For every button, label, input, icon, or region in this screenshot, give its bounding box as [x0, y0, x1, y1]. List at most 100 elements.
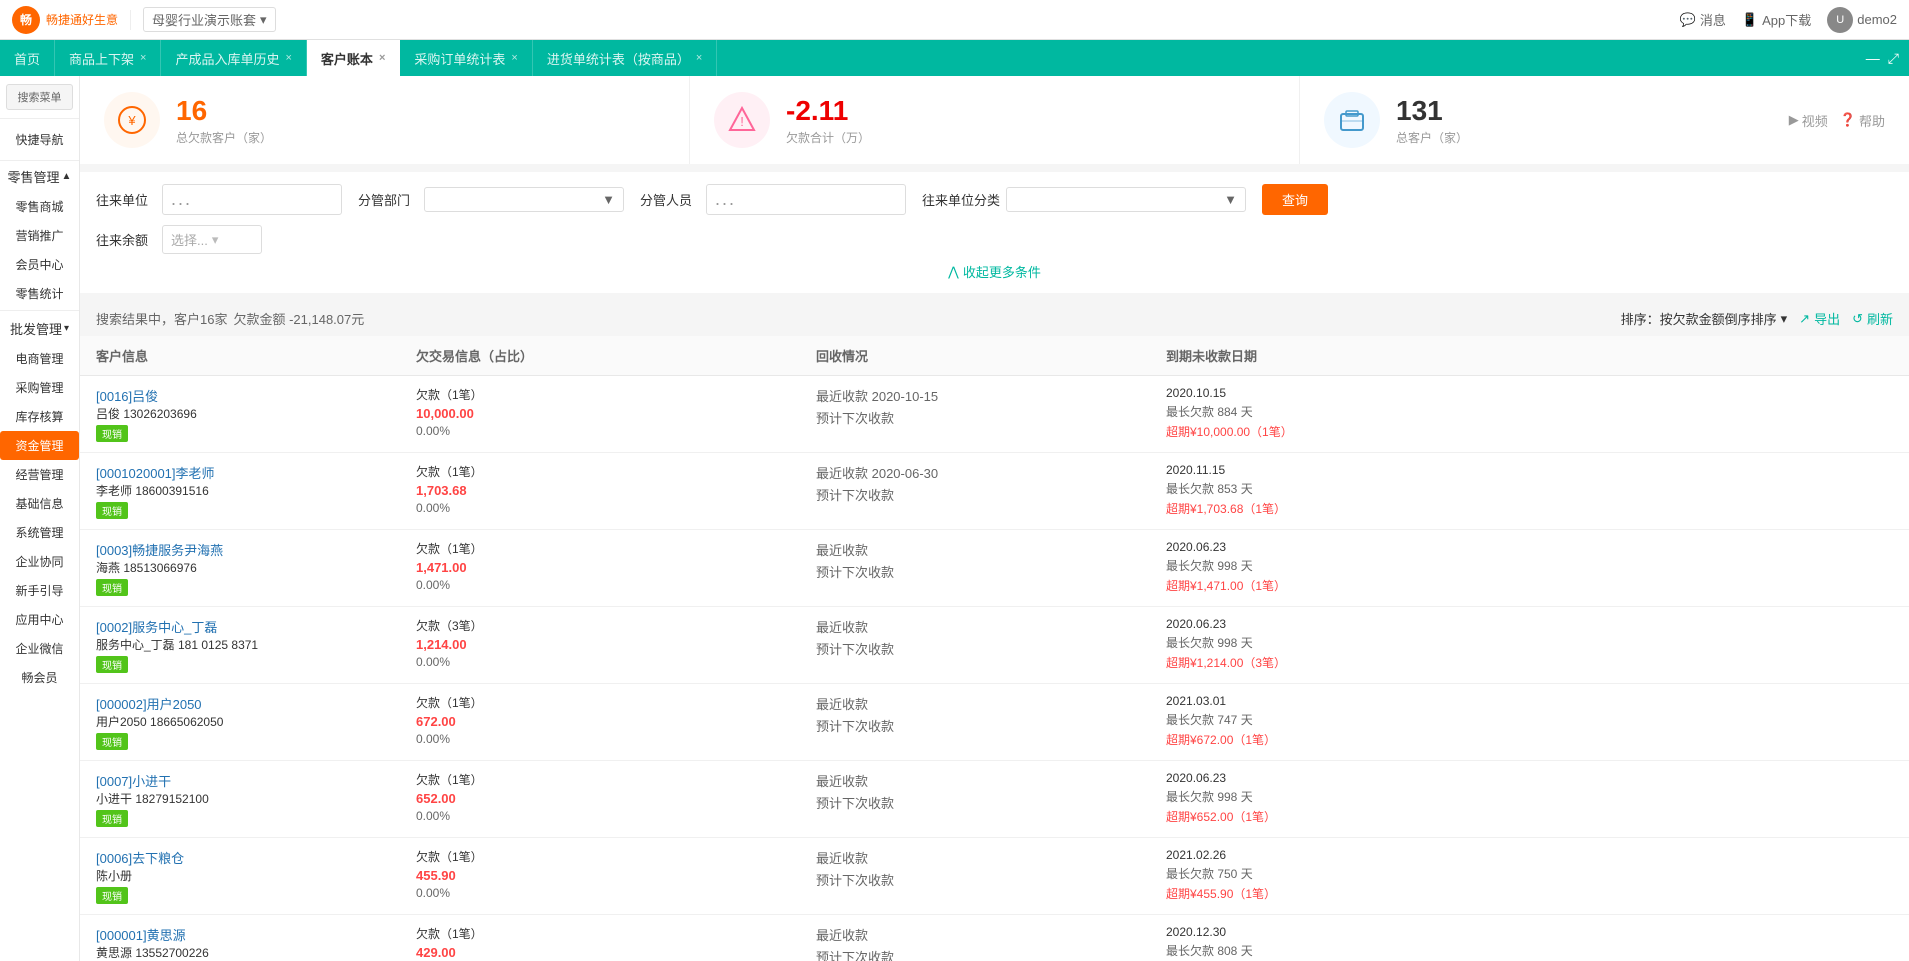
filter-row-2: 往来余额 选择... ▾ — [96, 225, 1893, 254]
collapse-row: ⋀ 收起更多条件 — [96, 262, 1893, 281]
tab-product-history[interactable]: 产成品入库单历史 × — [161, 40, 306, 76]
sidebar-item-inventory-check[interactable]: 库存核算 — [0, 402, 79, 431]
sidebar-item-batch-mgmt[interactable]: 批发管理 ▾ — [0, 313, 79, 344]
filter-area: 往来单位 ... 分管部门 ▼ 分管人员 ... — [80, 172, 1909, 293]
query-button[interactable]: 查询 — [1262, 184, 1328, 215]
debt-amount-1[interactable]: 1,703.68 — [416, 483, 816, 498]
overdue-amount-6[interactable]: 超期¥455.90（1笔） — [1166, 885, 1893, 902]
collapse-button[interactable]: ⋀ 收起更多条件 — [96, 262, 1893, 281]
header-debt-info: 欠交易信息（占比） — [416, 346, 816, 365]
tag-1: 现销 — [96, 502, 128, 519]
maximize-icon[interactable]: ⤢ — [1888, 50, 1899, 67]
user-avatar-btn[interactable]: U demo2 — [1827, 7, 1897, 33]
dept-select[interactable]: ▼ — [424, 187, 624, 212]
customer-id-2[interactable]: [0003]畅捷服务尹海燕 — [96, 540, 416, 559]
debt-amount-6[interactable]: 455.90 — [416, 868, 816, 883]
sidebar-item-retail-mall[interactable]: 零售商城 — [0, 192, 79, 221]
help-btn[interactable]: ❓ 帮助 — [1840, 111, 1885, 130]
debt-percent-6: 0.00% — [416, 886, 816, 900]
sidebar-item-ecommerce[interactable]: 电商管理 — [0, 344, 79, 373]
sidebar-item-finance-mgmt[interactable]: 资金管理 — [0, 431, 79, 460]
manager-input[interactable]: ... — [706, 184, 906, 215]
minimize-icon[interactable]: — — [1866, 50, 1880, 66]
sidebar-item-marketing[interactable]: 营销推广 — [0, 221, 79, 250]
sidebar-item-enterprise-wechat[interactable]: 企业微信 — [0, 634, 79, 663]
card-number-debt: 16 — [176, 95, 665, 127]
close-tab-product-history[interactable]: × — [285, 52, 291, 64]
sidebar-item-enterprise-collab[interactable]: 企业协同 — [0, 547, 79, 576]
message-btn[interactable]: 💬 消息 — [1680, 10, 1726, 29]
sidebar: 搜索菜单 快捷导航 零售管理 ▲ 零售商城 营销推广 会员中心 零售统计 批发管… — [0, 76, 80, 961]
overdue-amount-0[interactable]: 超期¥10,000.00（1笔） — [1166, 423, 1893, 440]
customer-id-4[interactable]: [000002]用户2050 — [96, 694, 416, 713]
sidebar-item-system-mgmt[interactable]: 系统管理 — [0, 518, 79, 547]
debt-amount-4[interactable]: 672.00 — [416, 714, 816, 729]
overdue-amount-4[interactable]: 超期¥672.00（1笔） — [1166, 731, 1893, 748]
customer-cell-5: [0007]小进干 小进干 18279152100 现销 — [96, 771, 416, 827]
source-unit-input[interactable]: ... — [162, 184, 342, 215]
sidebar-item-new-guide[interactable]: 新手引导 — [0, 576, 79, 605]
debt-cell-3: 欠款（3笔） 1,214.00 0.00% — [416, 617, 816, 669]
customer-id-5[interactable]: [0007]小进干 — [96, 771, 416, 790]
tab-customer-account[interactable]: 客户账本 × — [307, 40, 400, 76]
customer-name-3: 服务中心_丁磊 181 0125 8371 — [96, 636, 416, 653]
due-cell-1: 2020.11.15 最长欠款 853 天 超期¥1,703.68（1笔） — [1166, 463, 1893, 517]
close-tab-product-listing[interactable]: × — [140, 52, 146, 64]
sidebar-item-purchase-mgmt[interactable]: 采购管理 — [0, 373, 79, 402]
balance-select[interactable]: 选择... ▾ — [162, 225, 262, 254]
sidebar-item-retail-stat[interactable]: 零售统计 — [0, 279, 79, 308]
sidebar-item-basic-info[interactable]: 基础信息 — [0, 489, 79, 518]
overdue-amount-2[interactable]: 超期¥1,471.00（1笔） — [1166, 577, 1893, 594]
close-tab-customer-account[interactable]: × — [379, 52, 385, 64]
tab-purchase-order[interactable]: 采购订单统计表 × — [400, 40, 532, 76]
card-number-total-debt: -2.11 — [786, 95, 1275, 127]
video-btn[interactable]: ▶ 视频 — [1789, 111, 1828, 130]
svg-text:¥: ¥ — [127, 113, 136, 128]
due-date-6: 2021.02.26 — [1166, 848, 1893, 862]
debt-count-0: 欠款（1笔） — [416, 386, 816, 403]
customer-id-3[interactable]: [0002]服务中心_丁磊 — [96, 617, 416, 636]
sidebar-item-quick-nav[interactable]: 快捷导航 — [4, 125, 75, 154]
debt-amount-7[interactable]: 429.00 — [416, 945, 816, 960]
customer-id-1[interactable]: [0001020001]李老师 — [96, 463, 416, 482]
app-download-btn[interactable]: 📱 App下载 — [1742, 10, 1811, 29]
next-payment-2: 预计下次收款 — [816, 562, 1166, 581]
refresh-button[interactable]: ↺ 刷新 — [1852, 309, 1893, 328]
debt-amount-0[interactable]: 10,000.00 — [416, 406, 816, 421]
debt-amount-3[interactable]: 1,214.00 — [416, 637, 816, 652]
message-icon: 💬 — [1680, 12, 1696, 28]
customer-id-6[interactable]: [0006]去下粮仓 — [96, 848, 416, 867]
tab-product-listing[interactable]: 商品上下架 × — [55, 40, 161, 76]
export-icon: ↗ — [1799, 311, 1810, 327]
debt-amount-2[interactable]: 1,471.00 — [416, 560, 816, 575]
table-row: [0002]服务中心_丁磊 服务中心_丁磊 181 0125 8371 现销 欠… — [80, 607, 1909, 684]
unit-class-select[interactable]: ▼ — [1006, 187, 1246, 212]
sidebar-item-app-center[interactable]: 应用中心 — [0, 605, 79, 634]
debt-cell-1: 欠款（1笔） 1,703.68 0.00% — [416, 463, 816, 515]
export-button[interactable]: ↗ 导出 — [1799, 309, 1840, 328]
overdue-amount-3[interactable]: 超期¥1,214.00（3笔） — [1166, 654, 1893, 671]
sidebar-item-retail-mgmt[interactable]: 零售管理 ▲ — [0, 161, 79, 192]
overdue-days-2: 最长欠款 998 天 — [1166, 557, 1893, 574]
overdue-amount-5[interactable]: 超期¥652.00（1笔） — [1166, 808, 1893, 825]
tab-stock-stat[interactable]: 进货单统计表（按商品） × — [533, 40, 717, 76]
sort-button[interactable]: 排序：按欠款金额倒序排序 ▾ — [1621, 309, 1788, 328]
close-tab-stock-stat[interactable]: × — [696, 52, 702, 64]
store-selector[interactable]: 母婴行业演示账套 ▾ — [143, 7, 276, 32]
tab-home[interactable]: 首页 — [0, 40, 55, 76]
sidebar-item-member-center[interactable]: 会员中心 — [0, 250, 79, 279]
customer-cell-6: [0006]去下粮仓 陈小册 现销 — [96, 848, 416, 904]
debt-count-5: 欠款（1笔） — [416, 771, 816, 788]
customer-id-7[interactable]: [000001]黄思源 — [96, 925, 416, 944]
close-tab-purchase-order[interactable]: × — [511, 52, 517, 64]
filter-balance: 往来余额 选择... ▾ — [96, 225, 262, 254]
due-date-4: 2021.03.01 — [1166, 694, 1893, 708]
last-payment-1: 最近收款 2020-06-30 — [816, 463, 1166, 482]
search-menu-btn[interactable]: 搜索菜单 — [6, 84, 73, 110]
help-icon: ❓ — [1840, 112, 1856, 128]
customer-id-0[interactable]: [0016]吕俊 — [96, 386, 416, 405]
sidebar-item-business-mgmt[interactable]: 经营管理 — [0, 460, 79, 489]
debt-amount-5[interactable]: 652.00 — [416, 791, 816, 806]
sidebar-item-member-vip[interactable]: 畅会员 — [0, 663, 79, 692]
overdue-amount-1[interactable]: 超期¥1,703.68（1笔） — [1166, 500, 1893, 517]
